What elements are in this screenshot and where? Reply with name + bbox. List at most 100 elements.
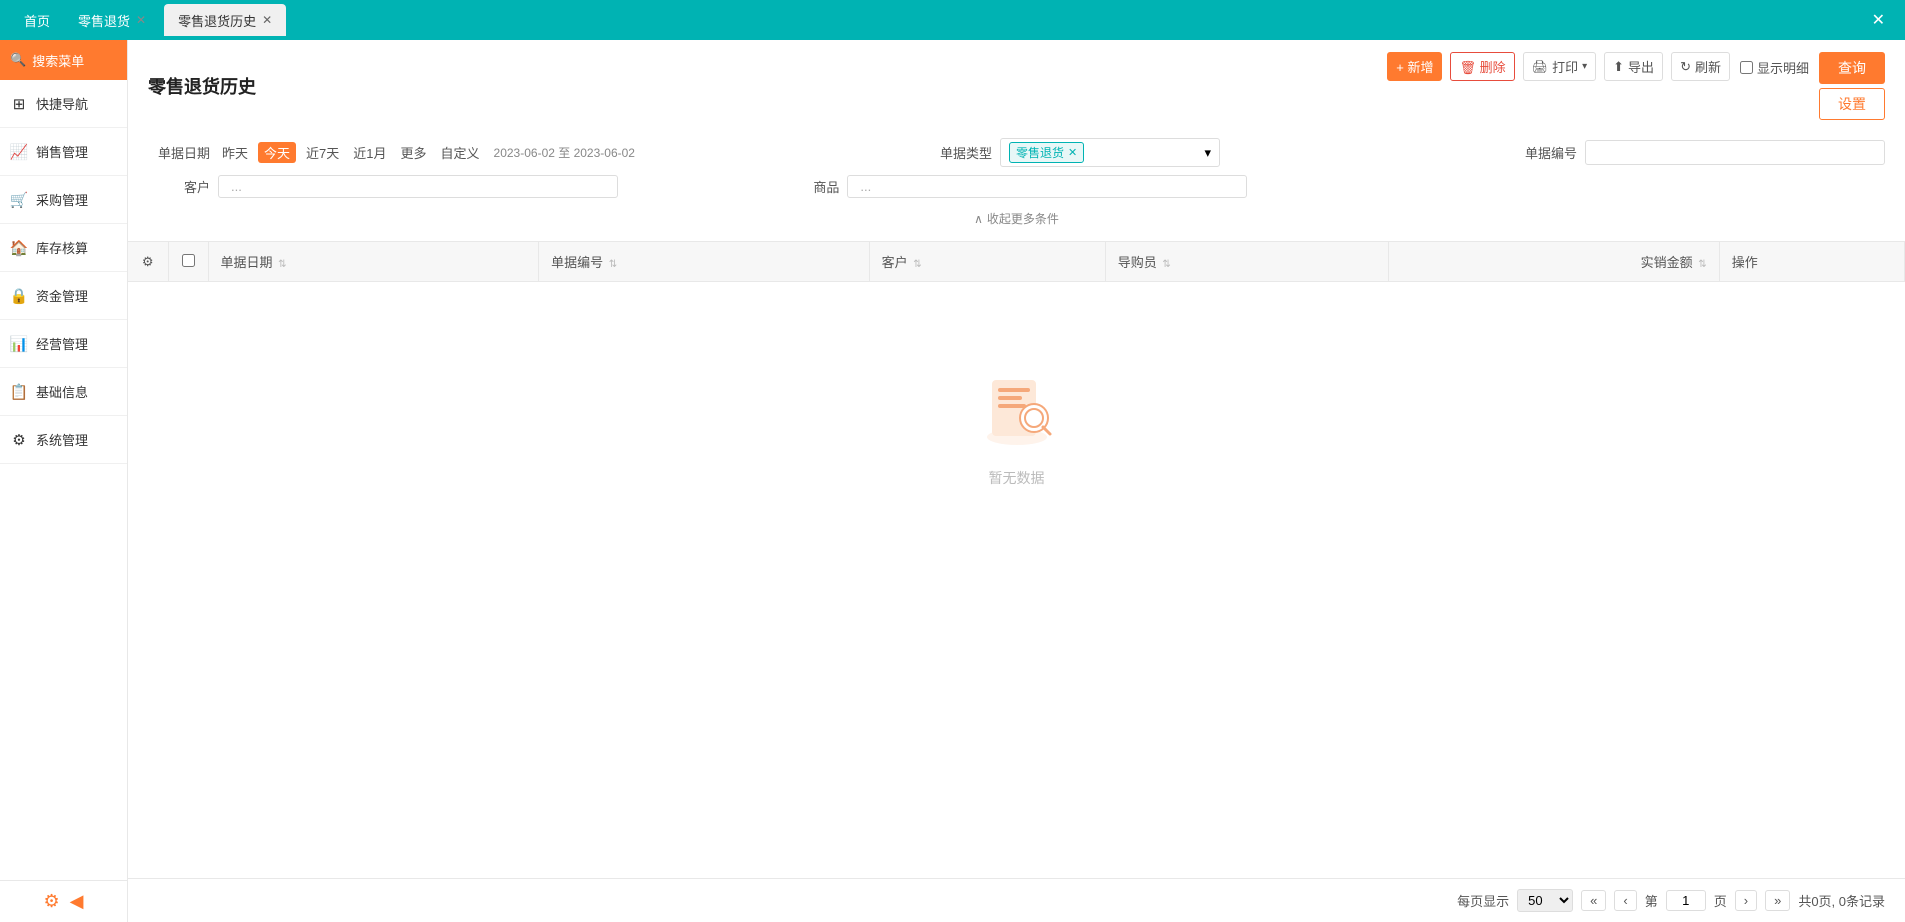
sidebar-nav: ⊞ 快捷导航 📈 销售管理 🛒 采购管理 🏠 库存核算 🔒 资金管理 📊 xyxy=(0,80,127,880)
print-button[interactable]: 🖨 🖨 打印 打印 ▾ xyxy=(1523,52,1597,81)
refresh-button[interactable]: ↻ 刷新 xyxy=(1671,52,1730,81)
page-size-label: 每页显示 xyxy=(1457,891,1509,910)
filter-row-customer: 客户 ... 商品 ... xyxy=(148,175,1885,198)
date-options: 昨天 今天 近7天 近1月 更多 自定义 2023-06-02 至 2023-0… xyxy=(218,142,635,163)
pagination-bar: 每页显示 20 50 100 « ‹ 第 页 › » 共0页, 0条记录 xyxy=(128,878,1905,922)
goods-ellipsis: ... xyxy=(860,179,871,194)
date-opt-yesterday[interactable]: 昨天 xyxy=(218,142,252,163)
sidebar-search-label: 搜索菜单 xyxy=(32,51,84,70)
type-filter-label: 单据类型 xyxy=(930,143,1000,162)
type-dropdown-icon: ▾ xyxy=(1204,145,1211,161)
page-size-select[interactable]: 20 50 100 xyxy=(1517,889,1573,912)
th-date[interactable]: 单据日期 ⇅ xyxy=(208,242,539,282)
customer-sort-icon: ⇅ xyxy=(913,259,921,270)
customer-filter-label: 客户 xyxy=(148,177,218,196)
tab-retail-return-history[interactable]: 零售退货历史 ✕ xyxy=(164,4,286,36)
th-customer[interactable]: 客户 ⇅ xyxy=(869,242,1105,282)
th-amount[interactable]: 实销金额 ⇅ xyxy=(1389,242,1720,282)
date-opt-7days[interactable]: 近7天 xyxy=(302,142,343,163)
th-action: 操作 xyxy=(1719,242,1904,282)
show-detail-checkbox[interactable] xyxy=(1740,61,1753,74)
sidebar-item-label: 资金管理 xyxy=(36,286,88,305)
sidebar-item-finance[interactable]: 🔒 资金管理 xyxy=(0,272,127,320)
th-checkbox[interactable] xyxy=(168,242,208,282)
show-detail-label: 显示明细 xyxy=(1757,58,1809,77)
inventory-icon: 🏠 xyxy=(10,239,28,257)
collapse-label: 收起更多条件 xyxy=(987,210,1059,227)
sidebar-bottom: ⚙ ◀ xyxy=(0,880,127,922)
th-number[interactable]: 单据编号 ⇅ xyxy=(539,242,870,282)
sidebar: 🔍 搜索菜单 ⊞ 快捷导航 📈 销售管理 🛒 采购管理 🏠 库存核算 🔒 xyxy=(0,40,128,922)
tab-retail-return[interactable]: 零售退货 ✕ xyxy=(64,4,160,36)
customer-ellipsis: ... xyxy=(231,179,242,194)
tab-home[interactable]: 首页 xyxy=(10,4,64,36)
sidebar-item-label: 快捷导航 xyxy=(36,94,88,113)
delete-button[interactable]: 🗑 删除 xyxy=(1450,52,1514,81)
sidebar-item-label: 采购管理 xyxy=(36,190,88,209)
next-page-button[interactable]: › xyxy=(1735,890,1757,911)
first-page-button[interactable]: « xyxy=(1581,890,1606,911)
print-dropdown-icon[interactable]: ▾ xyxy=(1582,61,1587,72)
date-opt-today[interactable]: 今天 xyxy=(258,142,296,163)
th-guide[interactable]: 导购员 ⇅ xyxy=(1105,242,1388,282)
export-button[interactable]: ⬆ 导出 xyxy=(1604,52,1663,81)
prev-page-button[interactable]: ‹ xyxy=(1614,890,1636,911)
tab-close-retail-return[interactable]: ✕ xyxy=(136,13,146,27)
amount-sort-icon: ⇅ xyxy=(1698,259,1706,270)
goods-select[interactable]: ... xyxy=(847,175,1247,198)
collapse-bar[interactable]: ∧ 收起更多条件 xyxy=(148,206,1885,235)
filter-row-date: 单据日期 昨天 今天 近7天 近1月 更多 自定义 2023-06-02 至 2… xyxy=(148,138,1885,167)
sidebar-item-baseinfo[interactable]: 📋 基础信息 xyxy=(0,368,127,416)
settings-button[interactable]: 设置 xyxy=(1819,88,1885,120)
date-opt-custom[interactable]: 自定义 xyxy=(437,142,484,163)
tab-bar: 首页 零售退货 ✕ 零售退货历史 ✕ ✕ xyxy=(0,0,1905,40)
table-container: ⚙ 单据日期 ⇅ 单据编号 ⇅ 客户 ⇅ xyxy=(128,242,1905,878)
sidebar-item-inventory[interactable]: 🏠 库存核算 xyxy=(0,224,127,272)
query-button[interactable]: 查询 xyxy=(1819,52,1885,84)
date-opt-more[interactable]: 更多 xyxy=(397,142,431,163)
table-header-row: ⚙ 单据日期 ⇅ 单据编号 ⇅ 客户 ⇅ xyxy=(128,242,1905,282)
sidebar-item-label: 基础信息 xyxy=(36,382,88,401)
sidebar-item-quicknav[interactable]: ⊞ 快捷导航 xyxy=(0,80,127,128)
customer-select[interactable]: ... xyxy=(218,175,618,198)
sidebar-item-label: 销售管理 xyxy=(36,142,88,161)
page-unit: 页 xyxy=(1714,891,1727,910)
date-filter-label: 单据日期 xyxy=(148,143,218,162)
filter-area: 单据日期 昨天 今天 近7天 近1月 更多 自定义 2023-06-02 至 2… xyxy=(148,130,1885,241)
sidebar-settings-button[interactable]: ⚙ xyxy=(44,891,60,912)
sidebar-item-purchase[interactable]: 🛒 采购管理 xyxy=(0,176,127,224)
empty-text: 暂无数据 xyxy=(989,468,1045,488)
tab-bar-close[interactable]: ✕ xyxy=(1862,10,1895,30)
baseinfo-icon: 📋 xyxy=(10,383,28,401)
sidebar-search[interactable]: 🔍 搜索菜单 xyxy=(0,40,127,80)
sidebar-collapse-button[interactable]: ◀ xyxy=(70,891,84,912)
refresh-icon: ↻ xyxy=(1680,59,1691,75)
number-sort-icon: ⇅ xyxy=(609,259,617,270)
date-opt-1month[interactable]: 近1月 xyxy=(349,142,390,163)
collapse-up-icon: ∧ xyxy=(974,212,983,226)
export-icon: ⬆ xyxy=(1613,59,1624,75)
new-button[interactable]: + 新增 xyxy=(1387,52,1442,81)
th-setting[interactable]: ⚙ xyxy=(128,242,168,282)
type-tag-close[interactable]: ✕ xyxy=(1068,146,1077,159)
tab-close-retail-return-history[interactable]: ✕ xyxy=(262,13,272,27)
search-icon: 🔍 xyxy=(10,52,26,68)
sidebar-item-system[interactable]: ⚙ 系统管理 xyxy=(0,416,127,464)
print-icon: 🖨 xyxy=(1532,59,1549,75)
select-all-checkbox[interactable] xyxy=(182,254,195,267)
purchase-icon: 🛒 xyxy=(10,191,28,209)
sidebar-item-sales[interactable]: 📈 销售管理 xyxy=(0,128,127,176)
type-select[interactable]: 零售退货 ✕ ▾ xyxy=(1000,138,1220,167)
toolbar-right-group: 查询 设置 xyxy=(1819,52,1885,120)
page-input[interactable] xyxy=(1666,890,1706,911)
main-layout: 🔍 搜索菜单 ⊞ 快捷导航 📈 销售管理 🛒 采购管理 🏠 库存核算 🔒 xyxy=(0,40,1905,922)
page-title-bar: 零售退货历史 + 新增 🗑 删除 🖨 🖨 打印 打印 ▾ ⬆ xyxy=(148,52,1885,120)
type-tag: 零售退货 ✕ xyxy=(1009,142,1084,163)
operation-icon: 📊 xyxy=(10,335,28,353)
last-page-button[interactable]: » xyxy=(1765,890,1790,911)
number-input[interactable] xyxy=(1585,140,1885,165)
goods-filter-label: 商品 xyxy=(777,177,847,196)
sidebar-item-operation[interactable]: 📊 经营管理 xyxy=(0,320,127,368)
date-range-text: 2023-06-02 至 2023-06-02 xyxy=(494,144,635,161)
number-filter-label: 单据编号 xyxy=(1515,143,1585,162)
